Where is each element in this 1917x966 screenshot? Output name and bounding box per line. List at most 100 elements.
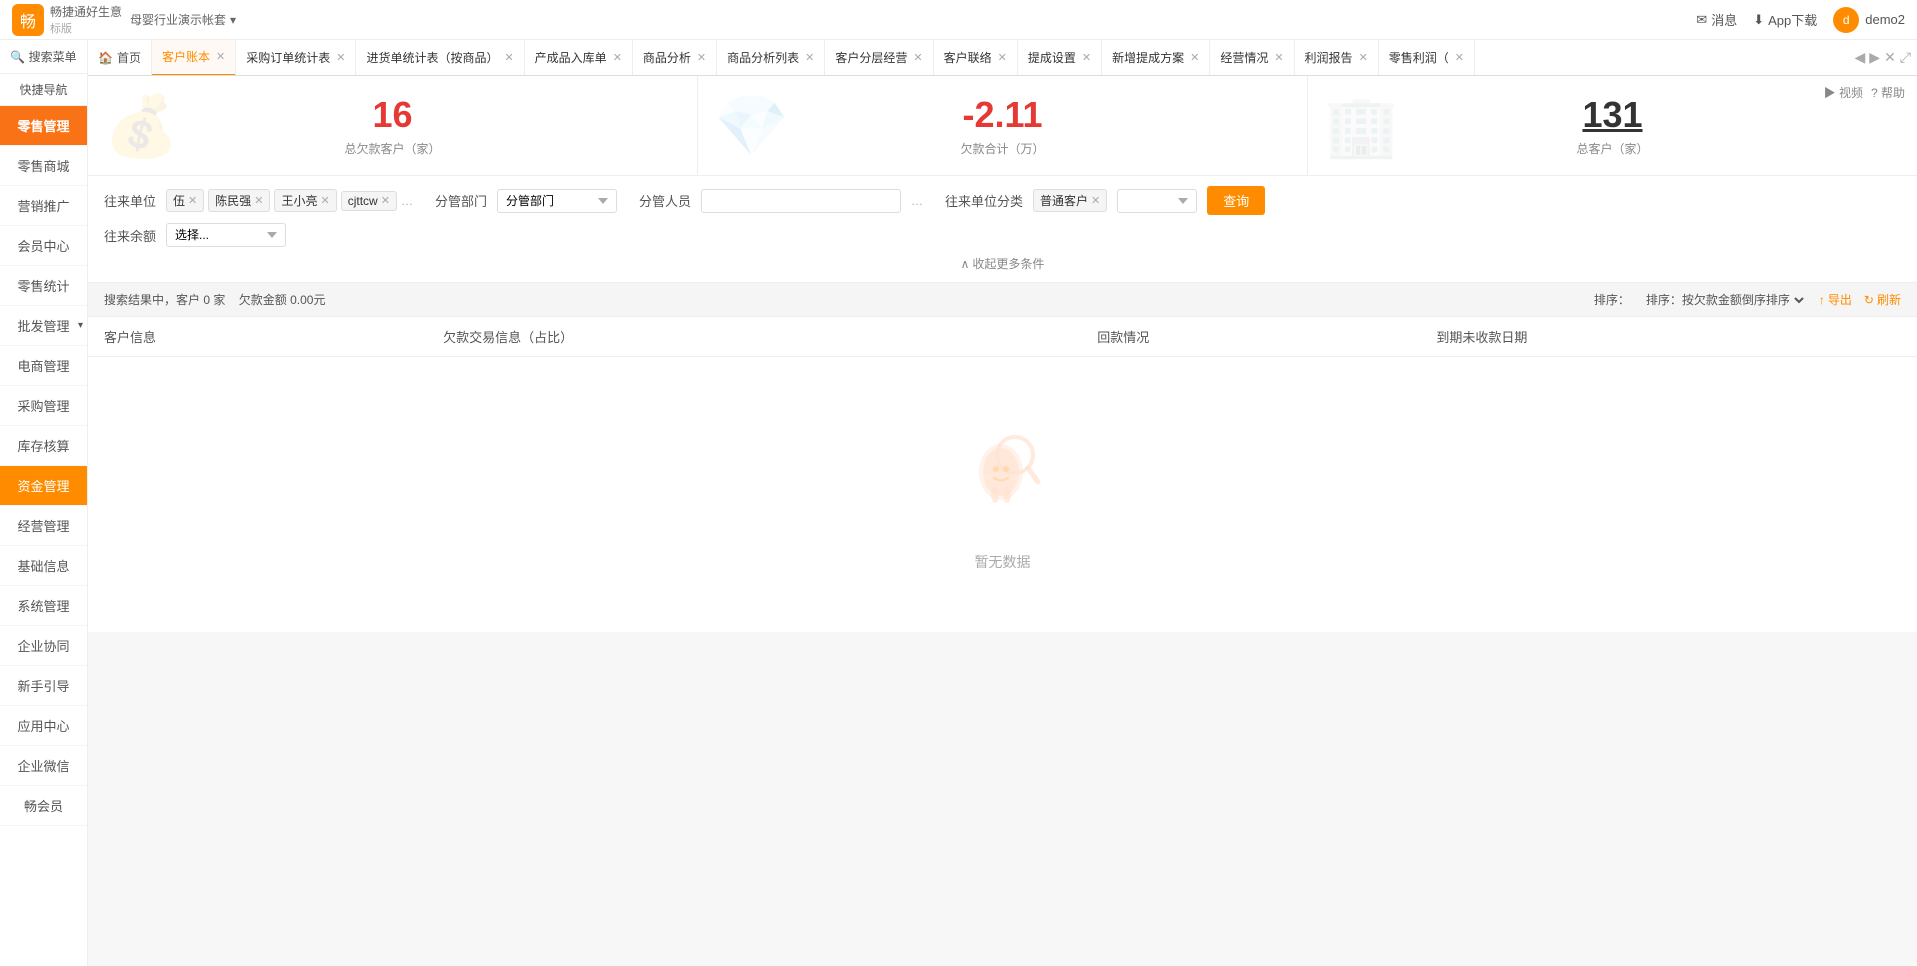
filter-tag-remove-u3[interactable]: ✕ <box>321 194 330 207</box>
tab-product-analysis-list[interactable]: 商品分析列表 ✕ <box>717 40 825 76</box>
download-icon: ⬇ <box>1753 12 1764 28</box>
filter-tags-more[interactable]: … <box>401 194 413 208</box>
tab-next-icon[interactable]: ▶ <box>1869 49 1880 66</box>
tab-close-customer-contact[interactable]: ✕ <box>998 51 1007 64</box>
tab-retail-profit[interactable]: 零售利润（ ✕ <box>1379 40 1475 76</box>
filter-select-dept[interactable]: 分管部门 <box>497 189 617 213</box>
query-button[interactable]: 查询 <box>1207 186 1265 215</box>
tab-fullscreen-icon[interactable]: ⤢ <box>1900 49 1911 66</box>
sidebar-item-ecommerce[interactable]: 电商管理 <box>0 346 87 386</box>
stats-row: 💰 16 总欠款客户（家） 💎 -2.11 欠款合计（万） 🏢 <box>88 76 1917 176</box>
collapse-button[interactable]: ∧ 收起更多条件 <box>961 255 1045 272</box>
sidebar-quick-nav[interactable]: 快捷导航 <box>0 74 87 106</box>
tab-business-situation[interactable]: 经营情况 ✕ <box>1210 40 1294 76</box>
export-button[interactable]: ↑ 导出 <box>1819 291 1852 308</box>
sidebar-item-operations[interactable]: 经营管理 <box>0 506 87 546</box>
filter-tags-category: 普通客户 ✕ <box>1033 189 1107 212</box>
tab-close-profit-report[interactable]: ✕ <box>1359 51 1368 64</box>
sidebar-item-retail-mall[interactable]: 零售商城 <box>0 146 87 186</box>
search-icon: 🔍 <box>10 50 25 64</box>
sidebar-item-system[interactable]: 系统管理 <box>0 586 87 626</box>
tab-prev-icon[interactable]: ◀ <box>1855 49 1866 66</box>
sidebar-search[interactable]: 🔍 搜索菜单 <box>0 40 87 74</box>
bell-icon: ✉ <box>1696 12 1707 28</box>
stat-values-2: -2.11 欠款合计（万） <box>960 94 1044 157</box>
tab-close-cost-in[interactable]: ✕ <box>613 51 622 64</box>
tab-cost-in[interactable]: 产成品入库单 ✕ <box>525 40 633 76</box>
stat-label-owed-customers: 总欠款客户（家） <box>344 140 440 157</box>
empty-text: 暂无数据 <box>975 552 1031 572</box>
tab-close-retail-profit[interactable]: ✕ <box>1455 51 1464 64</box>
person-more-btn[interactable]: … <box>911 194 923 208</box>
filter-tag-u4: cjttcw ✕ <box>341 191 397 211</box>
tab-close-improve-settings[interactable]: ✕ <box>1082 51 1091 64</box>
col-owed-info: 欠款交易信息（占比） <box>427 317 1081 357</box>
filter-tag-cat1: 普通客户 ✕ <box>1033 189 1107 212</box>
results-summary: 搜索结果中，客户 0 家 欠款金额 0.00元 <box>104 291 325 308</box>
filter-tags-unit: 伍 ✕ 陈民强 ✕ 王小亮 ✕ cjttcw ✕ <box>166 189 413 212</box>
tab-customer-contact[interactable]: 客户联络 ✕ <box>934 40 1018 76</box>
sidebar-item-inventory[interactable]: 库存核算 <box>0 426 87 466</box>
sidebar-item-app-center[interactable]: 应用中心 <box>0 706 87 746</box>
tab-close-product-analysis-list[interactable]: ✕ <box>805 51 814 64</box>
stat-label-owed-total: 欠款合计（万） <box>960 140 1044 157</box>
user-area[interactable]: d demo2 <box>1833 7 1905 33</box>
filter-tag-remove-u2[interactable]: ✕ <box>254 194 263 207</box>
sort-label: 排序： <box>1594 291 1630 308</box>
refresh-button[interactable]: ↻ 刷新 <box>1864 291 1901 308</box>
tab-close-all-icon[interactable]: ✕ <box>1884 49 1896 66</box>
filter-tag-remove-u4[interactable]: ✕ <box>381 194 390 207</box>
stat-card-owed-total: 💎 -2.11 欠款合计（万） <box>698 76 1308 175</box>
tab-close-product-analysis[interactable]: ✕ <box>697 51 706 64</box>
filter-select-balance[interactable]: 选择... <box>166 223 286 247</box>
tab-profit-report[interactable]: 利润报告 ✕ <box>1295 40 1379 76</box>
sort-select[interactable]: 排序：按欠款金额倒序排序 <box>1642 292 1807 308</box>
download-btn[interactable]: ⬇ App下载 <box>1753 10 1817 29</box>
filter-tag-remove-cat1[interactable]: ✕ <box>1091 194 1100 207</box>
col-due-date: 到期未收款日期 <box>1420 317 1917 357</box>
help-btn[interactable]: ? 帮助 <box>1871 84 1905 101</box>
filter-tag-remove-u1[interactable]: ✕ <box>188 194 197 207</box>
sidebar-item-finance[interactable]: 资金管理 <box>0 466 87 506</box>
tab-bar: 🏠 首页 客户账本 ✕ 采购订单统计表 ✕ 进货单统计表（按商品） ✕ 产成品入… <box>88 40 1917 76</box>
content-area: 🏠 首页 客户账本 ✕ 采购订单统计表 ✕ 进货单统计表（按商品） ✕ 产成品入… <box>88 40 1917 966</box>
tab-close-customer-segment[interactable]: ✕ <box>913 51 922 64</box>
tab-close-customers[interactable]: ✕ <box>216 50 225 63</box>
logo-area: 畅 畅捷通好生意 标版 <box>12 3 122 36</box>
table-empty-row: 暂无数据 <box>88 357 1917 633</box>
video-help-btn[interactable]: ▶ 视频 <box>1824 84 1863 101</box>
tab-improve-settings[interactable]: 提成设置 ✕ <box>1018 40 1102 76</box>
empty-illustration <box>953 417 1053 536</box>
filter-label-person: 分管人员 <box>639 191 691 210</box>
filter-input-person[interactable] <box>701 189 901 213</box>
tab-product-analysis[interactable]: 商品分析 ✕ <box>633 40 717 76</box>
sidebar-item-retail-stats[interactable]: 零售统计 <box>0 266 87 306</box>
tab-close-new-improve[interactable]: ✕ <box>1190 51 1199 64</box>
refresh-icon: ↻ <box>1864 293 1874 307</box>
logo-icon: 畅 <box>12 4 44 36</box>
tab-customer-segment[interactable]: 客户分层经营 ✕ <box>825 40 933 76</box>
filter-select-category[interactable] <box>1117 189 1197 213</box>
stat-help: ▶ 视频 ? 帮助 <box>1824 84 1905 101</box>
sidebar-item-marketing[interactable]: 营销推广 <box>0 186 87 226</box>
sidebar-item-enterprise[interactable]: 企业协同 <box>0 626 87 666</box>
stat-card-owed-customers: 💰 16 总欠款客户（家） <box>88 76 698 175</box>
tab-close-purchase-orders[interactable]: ✕ <box>336 51 345 64</box>
sidebar-item-basic-info[interactable]: 基础信息 <box>0 546 87 586</box>
account-dropdown[interactable]: 母婴行业演示帐套 ▾ <box>130 11 236 28</box>
tab-close-business-situation[interactable]: ✕ <box>1274 51 1283 64</box>
sidebar-item-member[interactable]: 会员中心 <box>0 226 87 266</box>
tab-customers[interactable]: 客户账本 ✕ <box>152 40 236 76</box>
tab-new-improve[interactable]: 新增提成方案 ✕ <box>1102 40 1210 76</box>
tab-purchase-orders[interactable]: 采购订单统计表 ✕ <box>236 40 356 76</box>
sidebar-item-wholesale[interactable]: 批发管理 ▾ <box>0 306 87 346</box>
tab-inbound[interactable]: 进货单统计表（按商品） ✕ <box>356 40 524 76</box>
tab-home[interactable]: 🏠 首页 <box>88 40 152 76</box>
message-btn[interactable]: ✉ 消息 <box>1696 10 1737 29</box>
sidebar-item-vip[interactable]: 畅会员 <box>0 786 87 826</box>
sidebar-item-purchase[interactable]: 采购管理 <box>0 386 87 426</box>
sidebar-item-retail-mgmt[interactable]: 零售管理 <box>0 106 87 146</box>
sidebar-item-wechat[interactable]: 企业微信 <box>0 746 87 786</box>
tab-close-inbound[interactable]: ✕ <box>504 51 513 64</box>
sidebar-item-newbie[interactable]: 新手引导 <box>0 666 87 706</box>
